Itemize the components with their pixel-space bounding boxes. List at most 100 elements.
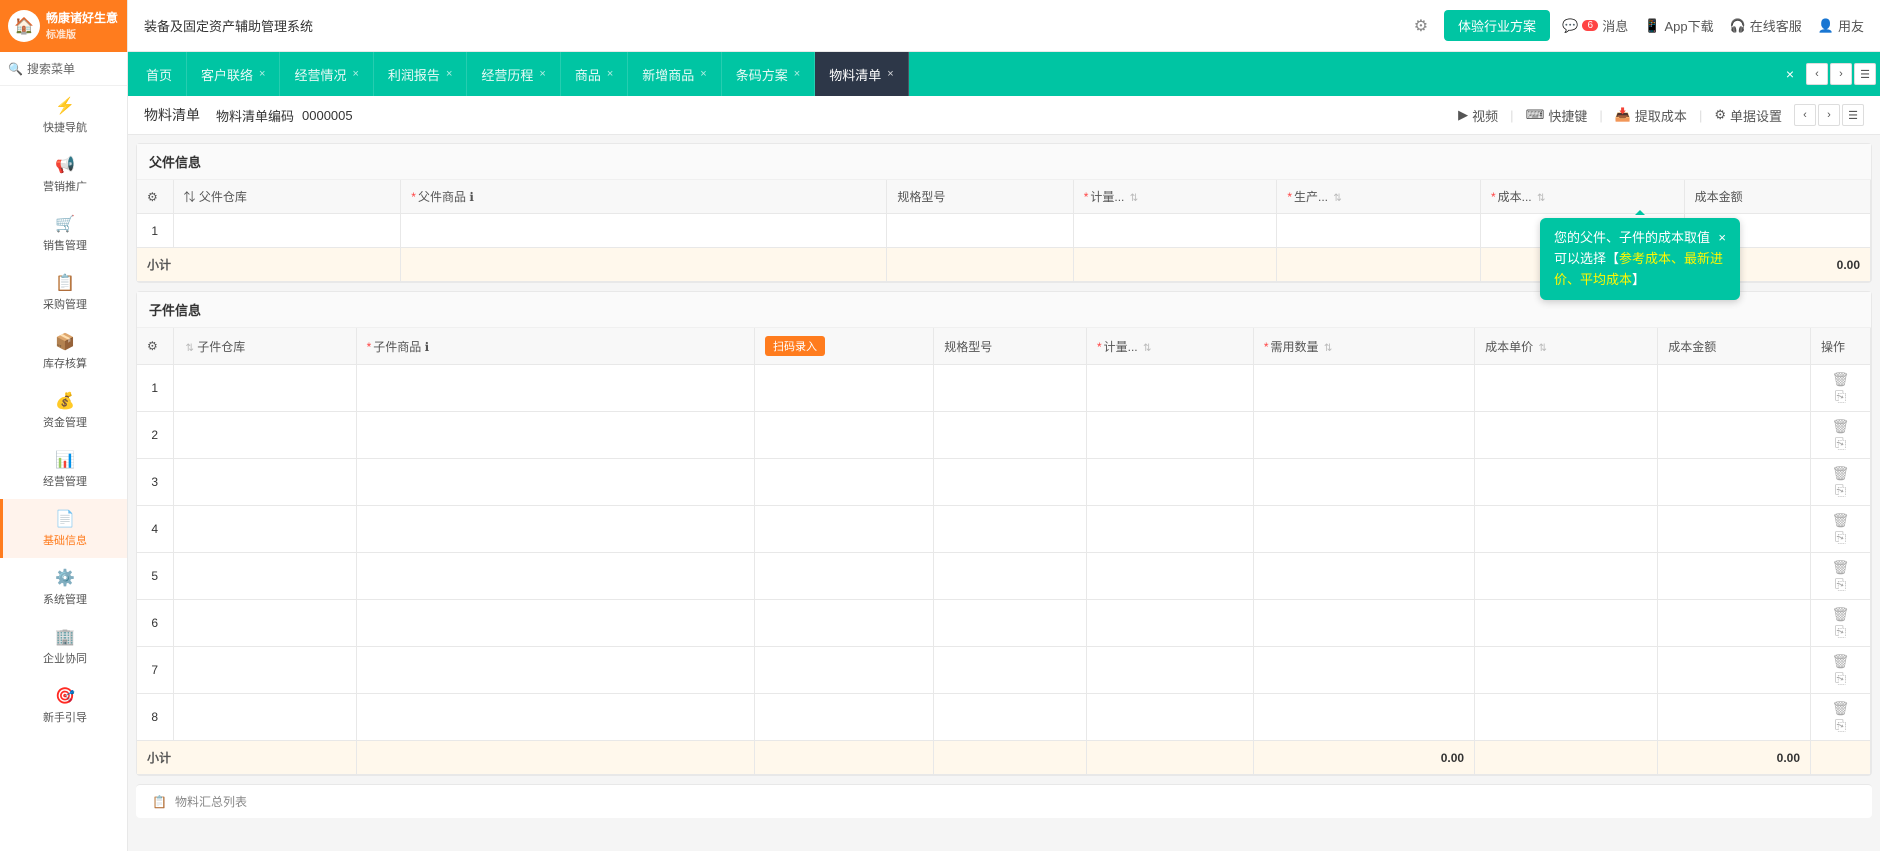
child-row-3-warehouse[interactable] xyxy=(173,459,356,506)
tab-goods-close[interactable]: × xyxy=(607,68,613,80)
tab-goods[interactable]: 商品 × xyxy=(561,52,628,96)
child-row-4-unit-cost[interactable] xyxy=(1475,506,1658,553)
delete-icon-6[interactable]: 🗑 xyxy=(1832,606,1850,622)
child-row-4-qty[interactable] xyxy=(1253,506,1474,553)
nav-menu-btn[interactable]: ☰ xyxy=(1854,63,1876,85)
online-service-item[interactable]: 🎧 在线客服 xyxy=(1730,16,1802,35)
parent-row-1-goods[interactable] xyxy=(401,214,887,248)
child-row-2-goods[interactable] xyxy=(356,412,754,459)
delete-icon-3[interactable]: 🗑 xyxy=(1832,465,1850,481)
tab-barcode[interactable]: 条码方案 × xyxy=(722,52,815,96)
delete-icon-7[interactable]: 🗑 xyxy=(1832,653,1850,669)
child-row-7-spec[interactable] xyxy=(934,647,1087,694)
child-row-6-warehouse[interactable] xyxy=(173,600,356,647)
sidebar-item-system[interactable]: ⚙️ 系统管理 xyxy=(0,558,127,617)
delete-icon-2[interactable]: 🗑 xyxy=(1832,418,1850,434)
child-row-5-spec[interactable] xyxy=(934,553,1087,600)
tab-business[interactable]: 经营情况 × xyxy=(280,52,373,96)
child-row-1-qty[interactable] xyxy=(1253,365,1474,412)
copy-icon-3[interactable]: ⎘ xyxy=(1835,482,1846,498)
child-row-5-goods[interactable] xyxy=(356,553,754,600)
copy-icon-5[interactable]: ⎘ xyxy=(1835,576,1846,592)
child-row-5-scan[interactable] xyxy=(754,553,933,600)
child-row-4-amount[interactable] xyxy=(1658,506,1811,553)
child-row-6-scan[interactable] xyxy=(754,600,933,647)
copy-icon-8[interactable]: ⎘ xyxy=(1835,717,1846,733)
sidebar-item-purchase[interactable]: 📋 采购管理 xyxy=(0,263,127,322)
child-row-8-qty[interactable] xyxy=(1253,694,1474,741)
app-download-item[interactable]: 📱 App下载 xyxy=(1644,16,1713,35)
child-row-7-unit-cost[interactable] xyxy=(1475,647,1658,694)
child-row-6-unit-cost[interactable] xyxy=(1475,600,1658,647)
gear-icon[interactable]: ⚙ xyxy=(1414,16,1428,36)
child-row-5-qty[interactable] xyxy=(1253,553,1474,600)
child-row-1-unit-cost[interactable] xyxy=(1475,365,1658,412)
child-row-1-warehouse[interactable] xyxy=(173,365,356,412)
sidebar-item-quick-nav[interactable]: ⚡ 快捷导航 xyxy=(0,86,127,145)
child-row-5-amount[interactable] xyxy=(1658,553,1811,600)
tab-new-goods[interactable]: 新增商品 × xyxy=(628,52,721,96)
sidebar-item-sales[interactable]: 🛒 销售管理 xyxy=(0,204,127,263)
nav-close-all[interactable]: × xyxy=(1778,66,1802,82)
child-row-8-warehouse[interactable] xyxy=(173,694,356,741)
child-row-5-warehouse[interactable] xyxy=(173,553,356,600)
copy-icon-6[interactable]: ⎘ xyxy=(1835,623,1846,639)
child-row-8-scan[interactable] xyxy=(754,694,933,741)
child-row-2-qty[interactable] xyxy=(1253,412,1474,459)
sidebar-search[interactable]: 🔍 搜索菜单 xyxy=(0,52,127,86)
parent-row-1-unit[interactable] xyxy=(1073,214,1277,248)
child-row-3-amount[interactable] xyxy=(1658,459,1811,506)
child-col-settings[interactable]: ⚙ xyxy=(137,328,173,365)
tab-bom-close[interactable]: × xyxy=(887,68,893,80)
sidebar-item-finance[interactable]: 💰 资金管理 xyxy=(0,381,127,440)
child-row-7-amount[interactable] xyxy=(1658,647,1811,694)
parent-row-1-produce[interactable] xyxy=(1277,214,1481,248)
sidebar-item-guide[interactable]: 🎯 新手引导 xyxy=(0,676,127,735)
child-row-1-goods[interactable] xyxy=(356,365,754,412)
child-row-8-spec[interactable] xyxy=(934,694,1087,741)
child-row-5-unit-cost[interactable] xyxy=(1475,553,1658,600)
child-row-7-warehouse[interactable] xyxy=(173,647,356,694)
tab-profit[interactable]: 利润报告 × xyxy=(374,52,467,96)
child-row-7-unit[interactable] xyxy=(1086,647,1253,694)
copy-icon-4[interactable]: ⎘ xyxy=(1835,529,1846,545)
child-row-7-qty[interactable] xyxy=(1253,647,1474,694)
view-action[interactable]: ▶ 视频 xyxy=(1458,106,1498,125)
tab-history[interactable]: 经营历程 × xyxy=(467,52,560,96)
child-row-1-scan[interactable] xyxy=(754,365,933,412)
sidebar-item-inventory[interactable]: 📦 库存核算 xyxy=(0,322,127,381)
shortcut-action[interactable]: ⌨ 快捷键 xyxy=(1526,106,1588,125)
tab-business-close[interactable]: × xyxy=(352,68,358,80)
delete-icon-5[interactable]: 🗑 xyxy=(1832,559,1850,575)
tab-history-close[interactable]: × xyxy=(539,68,545,80)
page-list-btn[interactable]: ☰ xyxy=(1842,104,1864,126)
child-row-3-goods[interactable] xyxy=(356,459,754,506)
child-col-scan[interactable]: 扫码录入 xyxy=(754,328,933,365)
child-row-2-amount[interactable] xyxy=(1658,412,1811,459)
child-row-2-unit[interactable] xyxy=(1086,412,1253,459)
child-row-4-spec[interactable] xyxy=(934,506,1087,553)
copy-icon-7[interactable]: ⎘ xyxy=(1835,670,1846,686)
child-row-7-scan[interactable] xyxy=(754,647,933,694)
child-row-3-unit[interactable] xyxy=(1086,459,1253,506)
child-row-1-unit[interactable] xyxy=(1086,365,1253,412)
delete-icon-8[interactable]: 🗑 xyxy=(1832,700,1850,716)
child-row-3-unit-cost[interactable] xyxy=(1475,459,1658,506)
child-row-6-spec[interactable] xyxy=(934,600,1087,647)
child-row-3-spec[interactable] xyxy=(934,459,1087,506)
child-row-2-scan[interactable] xyxy=(754,412,933,459)
child-row-8-goods[interactable] xyxy=(356,694,754,741)
child-row-3-qty[interactable] xyxy=(1253,459,1474,506)
child-row-4-warehouse[interactable] xyxy=(173,506,356,553)
child-row-6-unit[interactable] xyxy=(1086,600,1253,647)
child-row-6-qty[interactable] xyxy=(1253,600,1474,647)
child-row-8-unit[interactable] xyxy=(1086,694,1253,741)
delete-icon-4[interactable]: 🗑 xyxy=(1832,512,1850,528)
child-row-2-warehouse[interactable] xyxy=(173,412,356,459)
sidebar-item-enterprise[interactable]: 🏢 企业协同 xyxy=(0,617,127,676)
parent-row-1-warehouse[interactable] xyxy=(173,214,401,248)
child-row-7-goods[interactable] xyxy=(356,647,754,694)
messages-item[interactable]: 💬 6 消息 xyxy=(1562,16,1628,35)
child-row-4-scan[interactable] xyxy=(754,506,933,553)
nav-arrow-right[interactable]: › xyxy=(1830,63,1852,85)
